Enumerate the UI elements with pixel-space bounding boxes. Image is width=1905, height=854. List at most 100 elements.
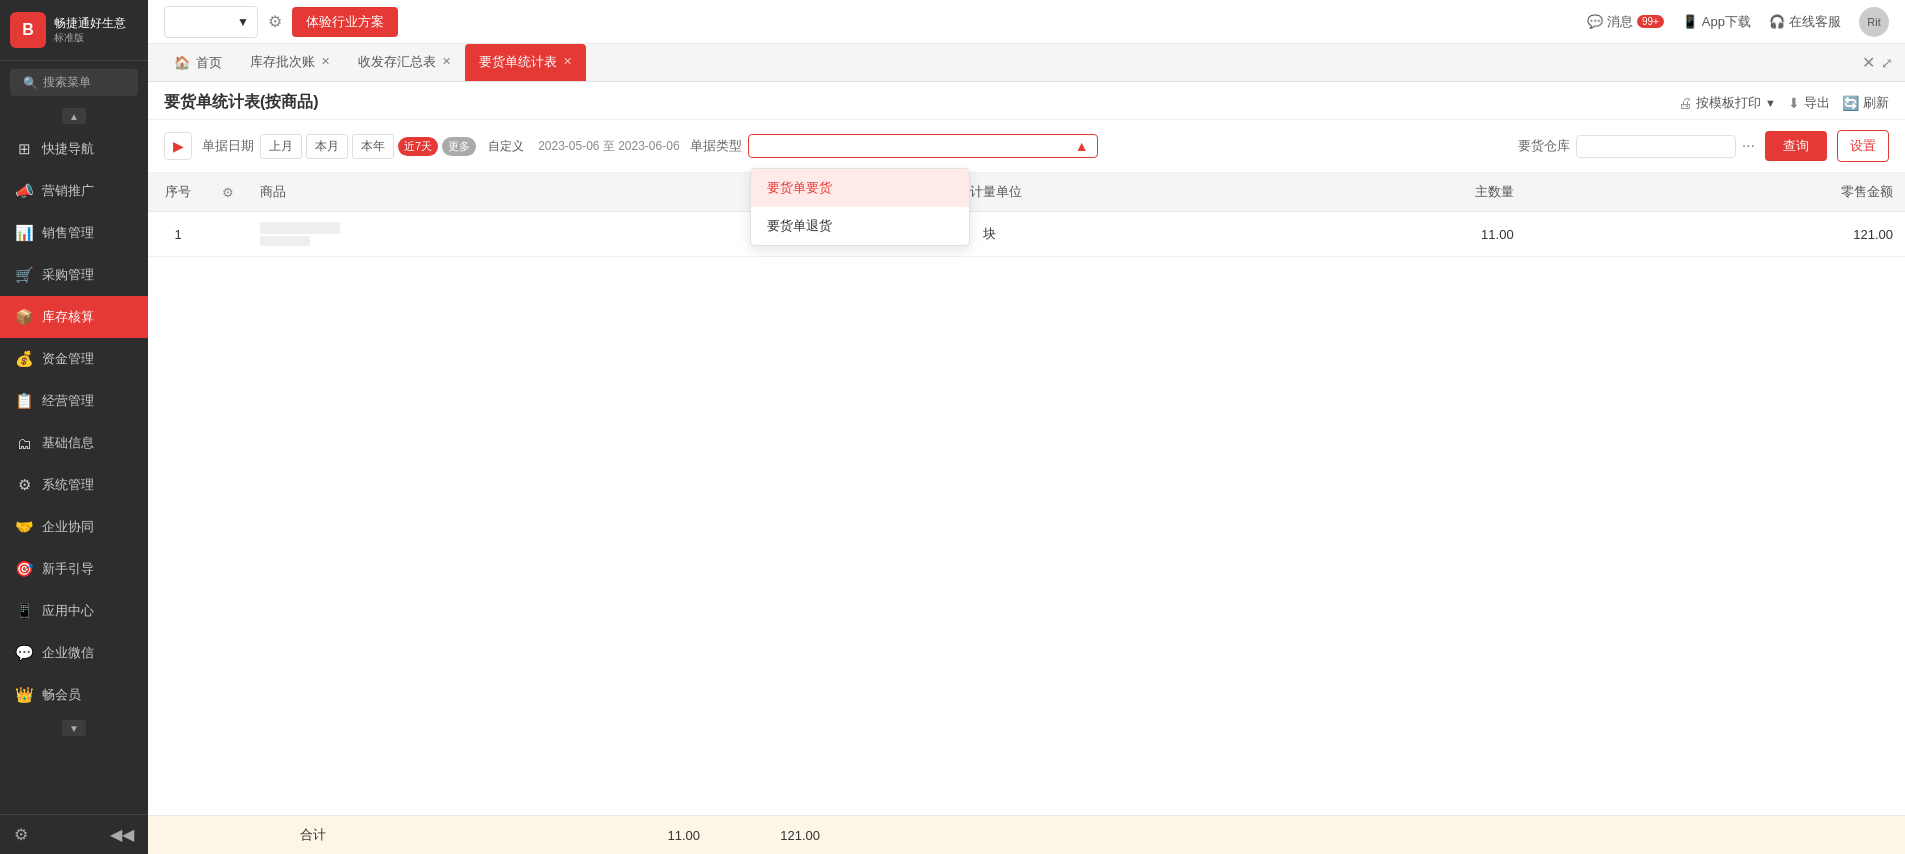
- page-header: 要货单统计表(按商品) 🖨 按模板打印 ▼ ⬇ 导出 🔄 刷新: [148, 82, 1905, 120]
- sidebar-collapse-icon[interactable]: ◀◀: [110, 825, 134, 844]
- sidebar-item-label: 采购管理: [42, 266, 94, 284]
- sidebar-item-system[interactable]: ⚙ 系统管理: [0, 464, 148, 506]
- last-month-btn[interactable]: 上月: [260, 134, 302, 159]
- sales-icon: 📊: [14, 223, 34, 243]
- filter-expand-btn[interactable]: ▶: [164, 132, 192, 160]
- purchase-icon: 🛒: [14, 265, 34, 285]
- sidebar-item-inventory[interactable]: 📦 库存核算: [0, 296, 148, 338]
- cell-seq: 1: [148, 212, 208, 257]
- col-seq: 序号: [148, 173, 208, 212]
- search-menu[interactable]: 🔍 搜索菜单: [10, 69, 138, 96]
- type-chevron-icon[interactable]: ▲: [1075, 138, 1089, 154]
- inventory-icon: 📦: [14, 307, 34, 327]
- scroll-up-btn[interactable]: ▲: [62, 108, 86, 124]
- dropdown-order-goods-label: 要货单要货: [767, 180, 832, 195]
- sidebar-item-guide[interactable]: 🎯 新手引导: [0, 548, 148, 590]
- tab-order-summary-label: 要货单统计表: [479, 53, 557, 71]
- tabs-actions: ✕ ⤢: [1862, 53, 1893, 72]
- store-selector[interactable]: 41 ▼: [164, 6, 258, 38]
- store-input[interactable]: 41: [173, 11, 233, 33]
- online-service-label: 在线客服: [1789, 13, 1841, 31]
- tab-order-summary-close[interactable]: ✕: [563, 55, 572, 68]
- sidebar-item-finance[interactable]: 💰 资金管理: [0, 338, 148, 380]
- date-range-display: 2023-05-06 至 2023-06-06: [538, 138, 679, 155]
- app-download-icon: 📱: [1682, 14, 1698, 29]
- sidebar-item-label: 企业协同: [42, 518, 94, 536]
- this-year-btn[interactable]: 本年: [352, 134, 394, 159]
- topbar-right: 💬 消息 99+ 📱 App下载 🎧 在线客服 Rit: [1587, 7, 1889, 37]
- settings-gear-icon[interactable]: ⚙: [268, 12, 282, 31]
- sidebar-item-marketing[interactable]: 📣 营销推广: [0, 170, 148, 212]
- expand-btn[interactable]: ⤢: [1881, 55, 1893, 71]
- export-btn[interactable]: ⬇ 导出: [1788, 94, 1830, 112]
- dropdown-item-order-return[interactable]: 要货单退货: [751, 207, 969, 245]
- search-icon: 🔍: [23, 76, 38, 90]
- cell-amount: 121.00: [1526, 212, 1905, 257]
- online-service-btn[interactable]: 🎧 在线客服: [1769, 13, 1841, 31]
- tab-inventory-batch[interactable]: 库存批次账 ✕: [236, 44, 344, 81]
- messages-btn[interactable]: 💬 消息 99+: [1587, 13, 1664, 31]
- guide-icon: 🎯: [14, 559, 34, 579]
- sidebar-item-label: 系统管理: [42, 476, 94, 494]
- coop-icon: 🤝: [14, 517, 34, 537]
- tab-receive-summary[interactable]: 收发存汇总表 ✕: [344, 44, 465, 81]
- scroll-down-btn[interactable]: ▼: [62, 720, 86, 736]
- sidebar-bottom: ⚙ ◀◀: [0, 814, 148, 854]
- logo-icon: B: [10, 12, 46, 48]
- app-download-btn[interactable]: 📱 App下载: [1682, 13, 1751, 31]
- tab-inventory-batch-close[interactable]: ✕: [321, 55, 330, 68]
- tab-home[interactable]: 🏠 首页: [160, 44, 236, 81]
- sidebar-item-operations[interactable]: 📋 经营管理: [0, 380, 148, 422]
- type-input[interactable]: [757, 139, 1075, 154]
- sidebar-item-label: 库存核算: [42, 308, 94, 326]
- page-actions: 🖨 按模板打印 ▼ ⬇ 导出 🔄 刷新: [1678, 94, 1889, 112]
- sidebar-item-app-center[interactable]: 📱 应用中心: [0, 590, 148, 632]
- refresh-btn[interactable]: 🔄 刷新: [1842, 94, 1889, 112]
- table-wrapper: 序号 ⚙ 商品 主计量单位 主数量: [148, 173, 1905, 815]
- sidebar-item-base-info[interactable]: 🗂 基础信息: [0, 422, 148, 464]
- print-chevron-icon: ▼: [1765, 97, 1776, 109]
- sidebar-item-sales[interactable]: 📊 销售管理: [0, 212, 148, 254]
- sidebar-item-quick-nav[interactable]: ⊞ 快捷导航: [0, 128, 148, 170]
- page-title: 要货单统计表(按商品): [164, 92, 319, 113]
- sidebar-item-wechat[interactable]: 💬 企业微信: [0, 632, 148, 674]
- col-settings[interactable]: ⚙: [208, 173, 248, 212]
- sidebar-item-coop[interactable]: 🤝 企业协同: [0, 506, 148, 548]
- user-avatar[interactable]: Rit: [1859, 7, 1889, 37]
- data-table: 序号 ⚙ 商品 主计量单位 主数量: [148, 173, 1905, 257]
- sidebar: B 畅捷通好生意 标准版 🔍 搜索菜单 ▲ ⊞ 快捷导航 📣 营销推广 📊 销售…: [0, 0, 148, 854]
- table-settings-icon[interactable]: ⚙: [222, 185, 234, 200]
- headset-icon: 🎧: [1769, 14, 1785, 29]
- date-filter-label: 单据日期: [202, 137, 254, 155]
- print-btn[interactable]: 🖨 按模板打印 ▼: [1678, 94, 1776, 112]
- sidebar-item-label: 新手引导: [42, 560, 94, 578]
- warehouse-input[interactable]: [1585, 139, 1727, 154]
- scroll-down-indicator: ▼: [0, 716, 148, 740]
- date-buttons: 上月 本月 本年 近7天 更多 自定义: [260, 134, 532, 159]
- filter-more-icon[interactable]: ···: [1742, 137, 1755, 155]
- sidebar-item-purchase[interactable]: 🛒 采购管理: [0, 254, 148, 296]
- dropdown-item-order-goods[interactable]: 要货单要货: [751, 169, 969, 207]
- sidebar-settings-icon[interactable]: ⚙: [14, 825, 28, 844]
- more-dates-btn[interactable]: 更多: [442, 137, 476, 156]
- query-btn[interactable]: 查询: [1765, 131, 1827, 161]
- recent-7-days-btn[interactable]: 近7天: [398, 137, 438, 156]
- type-input-wrapper[interactable]: ▲: [748, 134, 1098, 158]
- sidebar-item-label: 企业微信: [42, 644, 94, 662]
- search-menu-label: 搜索菜单: [43, 74, 91, 91]
- app-logo: B 畅捷通好生意 标准版: [0, 0, 148, 61]
- base-info-icon: 🗂: [14, 433, 34, 453]
- type-dropdown: 要货单要货 要货单退货: [750, 168, 970, 246]
- this-month-btn[interactable]: 本月: [306, 134, 348, 159]
- messages-icon: 💬: [1587, 14, 1603, 29]
- tab-receive-summary-close[interactable]: ✕: [442, 55, 451, 68]
- filter-settings-btn[interactable]: 设置: [1837, 130, 1889, 162]
- col-amount: 零售金额: [1526, 173, 1905, 212]
- topbar-left: 41 ▼ ⚙ 体验行业方案: [164, 6, 398, 38]
- tab-order-summary[interactable]: 要货单统计表 ✕: [465, 44, 586, 81]
- sidebar-item-member[interactable]: 👑 畅会员: [0, 674, 148, 716]
- close-all-btn[interactable]: ✕: [1862, 53, 1875, 72]
- trial-btn[interactable]: 体验行业方案: [292, 7, 398, 37]
- system-icon: ⚙: [14, 475, 34, 495]
- custom-date-btn[interactable]: 自定义: [480, 135, 532, 158]
